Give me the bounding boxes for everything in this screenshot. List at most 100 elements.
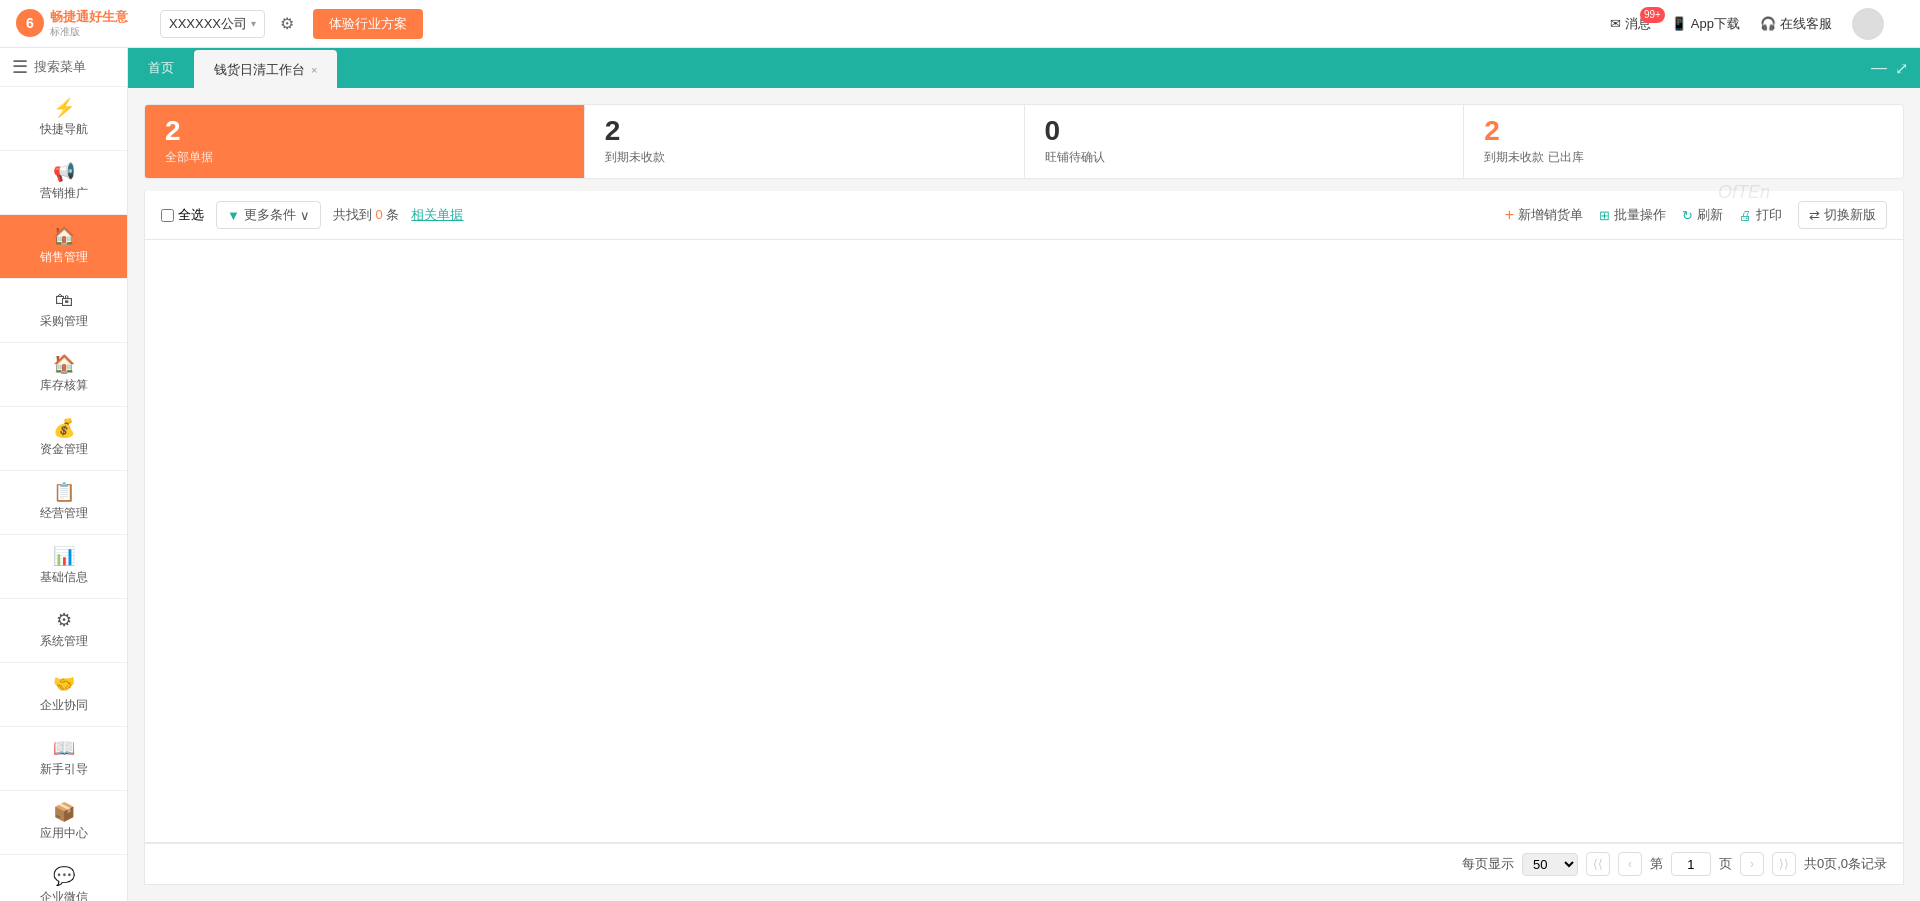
sidebar-item-inventory[interactable]: 🏠 库存核算 <box>0 343 127 407</box>
sidebar-search-label: 搜索菜单 <box>34 58 86 76</box>
switch-button[interactable]: ⇄ 切换新版 <box>1798 201 1887 229</box>
filter-button[interactable]: ▼ 更多条件 ∨ <box>216 201 321 229</box>
last-page-button[interactable]: ⟩⟩ <box>1772 852 1796 876</box>
headset-icon: 🎧 <box>1760 16 1776 31</box>
message-badge: 99+ <box>1640 7 1665 23</box>
refresh-button[interactable]: ↻ 刷新 <box>1682 206 1723 224</box>
message-action[interactable]: ✉ 消息 99+ <box>1610 15 1651 33</box>
logo-sub-text: 标准版 <box>50 25 128 38</box>
sidebar-item-app-center[interactable]: 📦 应用中心 <box>0 791 127 855</box>
tab-active-label: 钱货日清工作台 <box>214 61 305 79</box>
all-checkbox-input[interactable] <box>161 209 174 222</box>
tab-collapse-icon[interactable]: — <box>1871 59 1887 77</box>
prev-page-button[interactable]: ‹ <box>1618 852 1642 876</box>
first-page-button[interactable]: ⟨⟨ <box>1586 852 1610 876</box>
company-chevron-icon: ▾ <box>251 18 256 29</box>
sidebar-enterprise-label: 企业协同 <box>40 697 88 714</box>
tab-bar: 首页 钱货日清工作台 × — ⤢ <box>128 48 1920 88</box>
filter-chevron-icon: ∨ <box>300 208 310 223</box>
app-download-icon: 📱 <box>1671 16 1687 31</box>
stat-card-all[interactable]: 2 全部单据 <box>145 105 585 178</box>
sidebar-item-basic-info[interactable]: 📊 基础信息 <box>0 535 127 599</box>
next-page-button[interactable]: › <box>1740 852 1764 876</box>
filter-icon: ▼ <box>227 208 240 223</box>
add-plus-icon: + <box>1505 206 1514 224</box>
related-link[interactable]: 相关单据 <box>411 206 463 224</box>
avatar[interactable] <box>1852 8 1884 40</box>
sidebar-sales-label: 销售管理 <box>40 249 88 266</box>
app-center-icon: 📦 <box>53 803 75 821</box>
sidebar-purchase-label: 采购管理 <box>40 313 88 330</box>
filter-label: 更多条件 <box>244 206 296 224</box>
stat-overdue-number: 2 <box>605 117 1004 145</box>
page-suffix-label: 页 <box>1719 855 1732 873</box>
batch-button[interactable]: ⊞ 批量操作 <box>1599 206 1666 224</box>
sidebar-item-guide[interactable]: 📖 新手引导 <box>0 727 127 791</box>
page-content: 2 全部单据 2 到期未收款 0 旺铺待确认 2 到期未收款 已出库 <box>128 88 1920 901</box>
app-download-label: App下载 <box>1691 15 1740 33</box>
sidebar-inventory-label: 库存核算 <box>40 377 88 394</box>
toolbar-right: + 新增销货单 ⊞ 批量操作 ↻ 刷新 🖨 打印 <box>1505 201 1887 229</box>
print-label: 打印 <box>1756 206 1782 224</box>
sidebar-item-operation[interactable]: 📋 经营管理 <box>0 471 127 535</box>
found-unit: 条 <box>386 207 399 222</box>
found-prefix: 共找到 <box>333 207 372 222</box>
stat-all-label: 全部单据 <box>165 149 564 166</box>
print-button[interactable]: 🖨 打印 <box>1739 206 1782 224</box>
stat-card-overdue[interactable]: 2 到期未收款 <box>585 105 1025 178</box>
purchase-icon: 🛍 <box>55 291 73 309</box>
select-all-label: 全选 <box>178 206 204 224</box>
batch-label: 批量操作 <box>1614 206 1666 224</box>
stat-card-wangpu[interactable]: 0 旺铺待确认 <box>1025 105 1465 178</box>
sidebar-item-marketing[interactable]: 📢 营销推广 <box>0 151 127 215</box>
stat-wangpu-label: 旺铺待确认 <box>1045 149 1444 166</box>
logo-text: 畅捷通好生意 标准版 <box>50 9 128 39</box>
sidebar-item-enterprise[interactable]: 🤝 企业协同 <box>0 663 127 727</box>
sidebar: ☰ 搜索菜单 ⚡ 快捷导航 📢 营销推广 🏠 销售管理 🛍 采购管理 🏠 库存核… <box>0 48 128 901</box>
operation-icon: 📋 <box>53 483 75 501</box>
industry-button[interactable]: 体验行业方案 <box>313 9 423 39</box>
stat-card-overdue-out[interactable]: 2 到期未收款 已出库 <box>1464 105 1903 178</box>
add-button[interactable]: + 新增销货单 <box>1505 206 1583 224</box>
sidebar-item-finance[interactable]: 💰 资金管理 <box>0 407 127 471</box>
message-icon: ✉ <box>1610 16 1621 31</box>
sidebar-item-purchase[interactable]: 🛍 采购管理 <box>0 279 127 343</box>
online-service-action[interactable]: 🎧 在线客服 <box>1760 15 1832 33</box>
switch-icon: ⇄ <box>1809 208 1820 223</box>
wechat-icon: 💬 <box>53 867 75 885</box>
sidebar-item-sales[interactable]: 🏠 销售管理 <box>0 215 127 279</box>
stat-overdue-label: 到期未收款 <box>605 149 1004 166</box>
sidebar-item-quick-nav[interactable]: ⚡ 快捷导航 <box>0 87 127 151</box>
sidebar-marketing-label: 营销推广 <box>40 185 88 202</box>
tab-active[interactable]: 钱货日清工作台 × <box>194 50 337 90</box>
sidebar-quick-nav-label: 快捷导航 <box>40 121 88 138</box>
inventory-icon: 🏠 <box>53 355 75 373</box>
stat-all-number: 2 <box>165 117 564 145</box>
stat-cards: 2 全部单据 2 到期未收款 0 旺铺待确认 2 到期未收款 已出库 <box>144 104 1904 179</box>
enterprise-icon: 🤝 <box>53 675 75 693</box>
settings-icon[interactable]: ⚙ <box>273 10 301 38</box>
sidebar-app-center-label: 应用中心 <box>40 825 88 842</box>
found-text: 共找到 0 条 <box>333 206 399 224</box>
marketing-icon: 📢 <box>53 163 75 181</box>
tab-home-label: 首页 <box>148 59 174 77</box>
tab-expand-icon[interactable]: ⤢ <box>1895 59 1908 78</box>
app-download-action[interactable]: 📱 App下载 <box>1671 15 1740 33</box>
top-header: 6 畅捷通好生意 标准版 XXXXXX公司 ▾ ⚙ 体验行业方案 ✉ 消息 99… <box>0 0 1920 48</box>
sidebar-item-wechat[interactable]: 💬 企业微信 <box>0 855 127 901</box>
company-selector[interactable]: XXXXXX公司 ▾ <box>160 10 265 38</box>
sidebar-item-system[interactable]: ⚙ 系统管理 <box>0 599 127 663</box>
sidebar-item-search[interactable]: ☰ 搜索菜单 <box>0 48 127 87</box>
page-input[interactable]: 1 <box>1671 852 1711 876</box>
tab-home[interactable]: 首页 <box>128 48 194 88</box>
company-name: XXXXXX公司 <box>169 15 247 33</box>
tab-close-icon[interactable]: × <box>311 64 317 76</box>
guide-icon: 📖 <box>53 739 75 757</box>
table-area <box>144 240 1904 843</box>
select-all-checkbox[interactable]: 全选 <box>161 206 204 224</box>
stat-overdue-out-label: 到期未收款 已出库 <box>1484 149 1883 166</box>
per-page-select[interactable]: 50 100 200 <box>1522 853 1578 876</box>
system-icon: ⚙ <box>56 611 72 629</box>
main-layout: ☰ 搜索菜单 ⚡ 快捷导航 📢 营销推广 🏠 销售管理 🛍 采购管理 🏠 库存核… <box>0 48 1920 901</box>
quick-nav-icon: ⚡ <box>53 99 75 117</box>
